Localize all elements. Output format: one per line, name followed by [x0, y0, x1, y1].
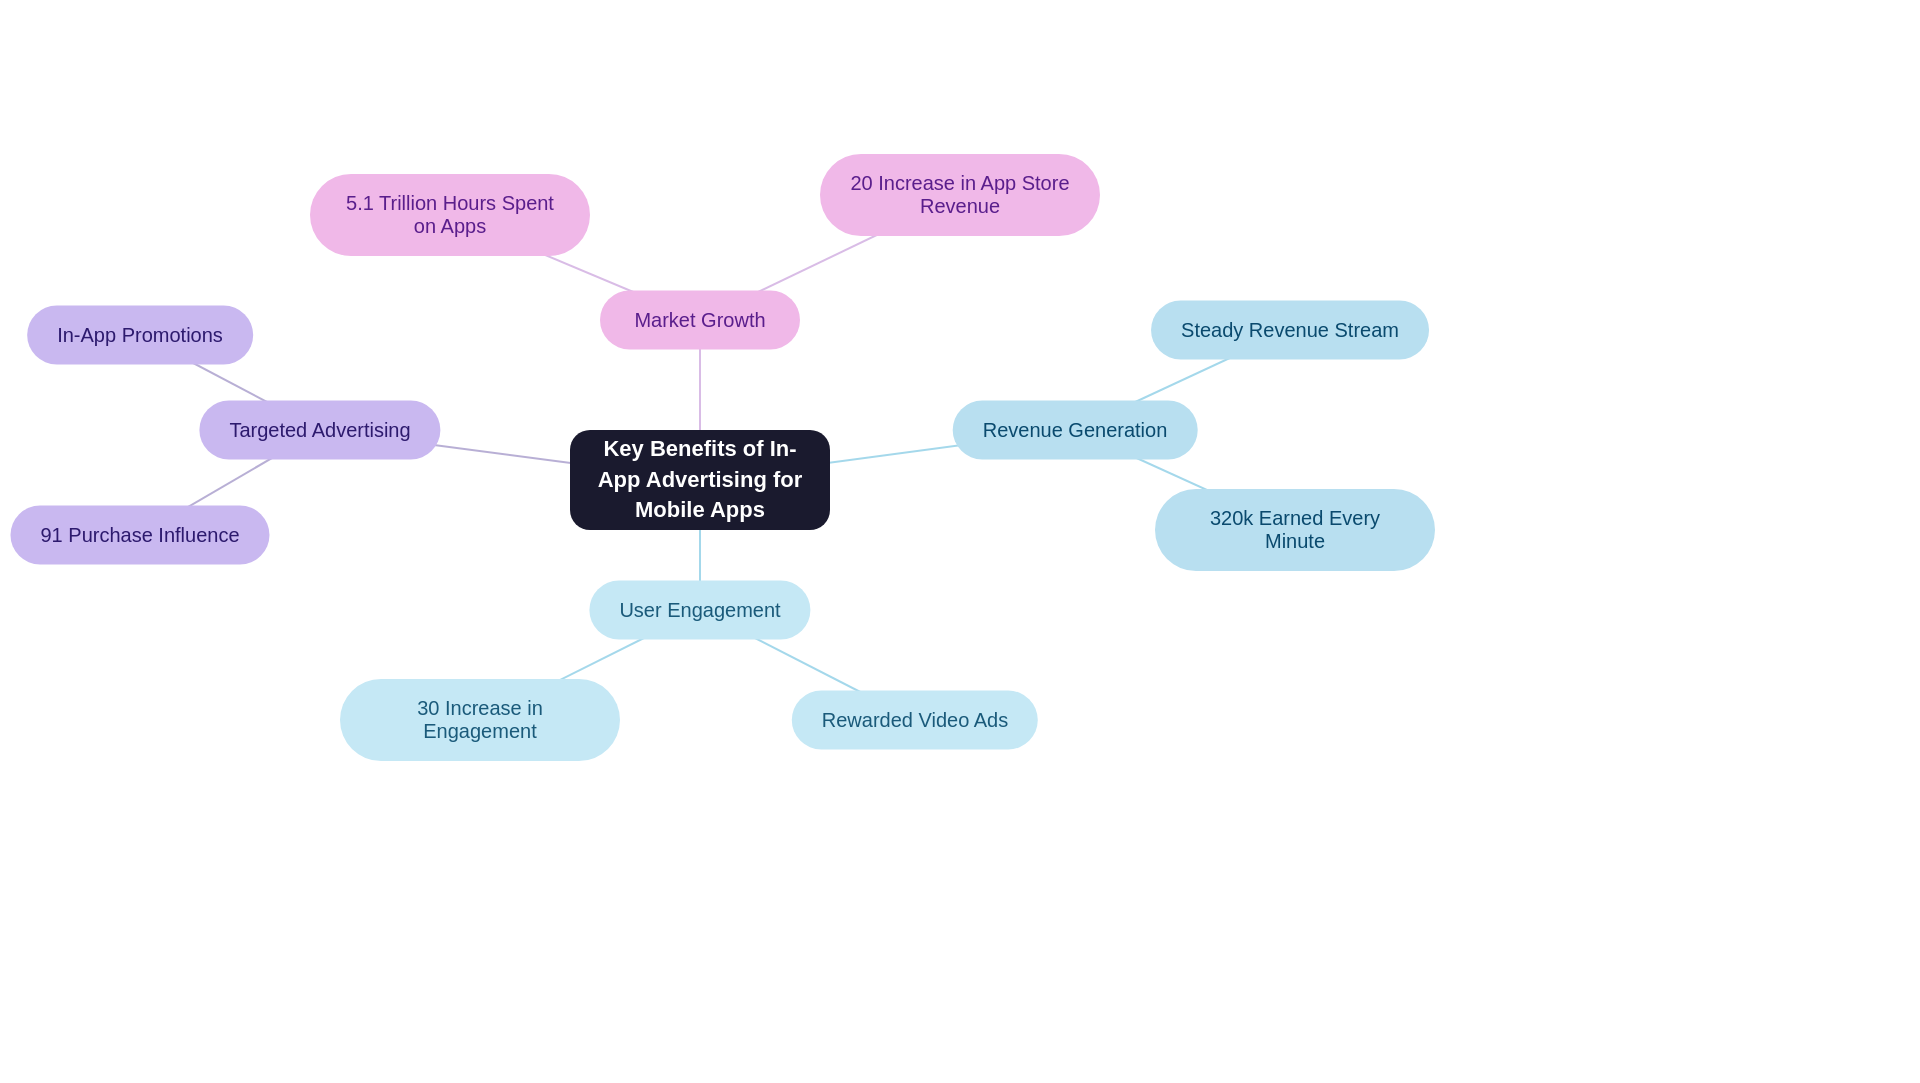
- node-targeted_advertising: Targeted Advertising: [199, 401, 440, 460]
- node-increase_engagement: 30 Increase in Engagement: [340, 679, 620, 761]
- node-market_growth: Market Growth: [600, 291, 800, 350]
- node-steady_revenue: Steady Revenue Stream: [1151, 301, 1429, 360]
- node-in_app_promotions: In-App Promotions: [27, 306, 253, 365]
- node-earned_every_minute: 320k Earned Every Minute: [1155, 489, 1435, 571]
- node-rewarded_video: Rewarded Video Ads: [792, 691, 1038, 750]
- node-app_store_revenue: 20 Increase in App Store Revenue: [820, 154, 1100, 236]
- center-label: Key Benefits of In-App Advertising for M…: [590, 434, 810, 526]
- center-node: Key Benefits of In-App Advertising for M…: [570, 430, 830, 530]
- node-revenue_generation: Revenue Generation: [953, 401, 1198, 460]
- node-user_engagement: User Engagement: [589, 581, 810, 640]
- node-trillion_hours: 5.1 Trillion Hours Spent on Apps: [310, 174, 590, 256]
- node-purchase_influence: 91 Purchase Influence: [10, 506, 269, 565]
